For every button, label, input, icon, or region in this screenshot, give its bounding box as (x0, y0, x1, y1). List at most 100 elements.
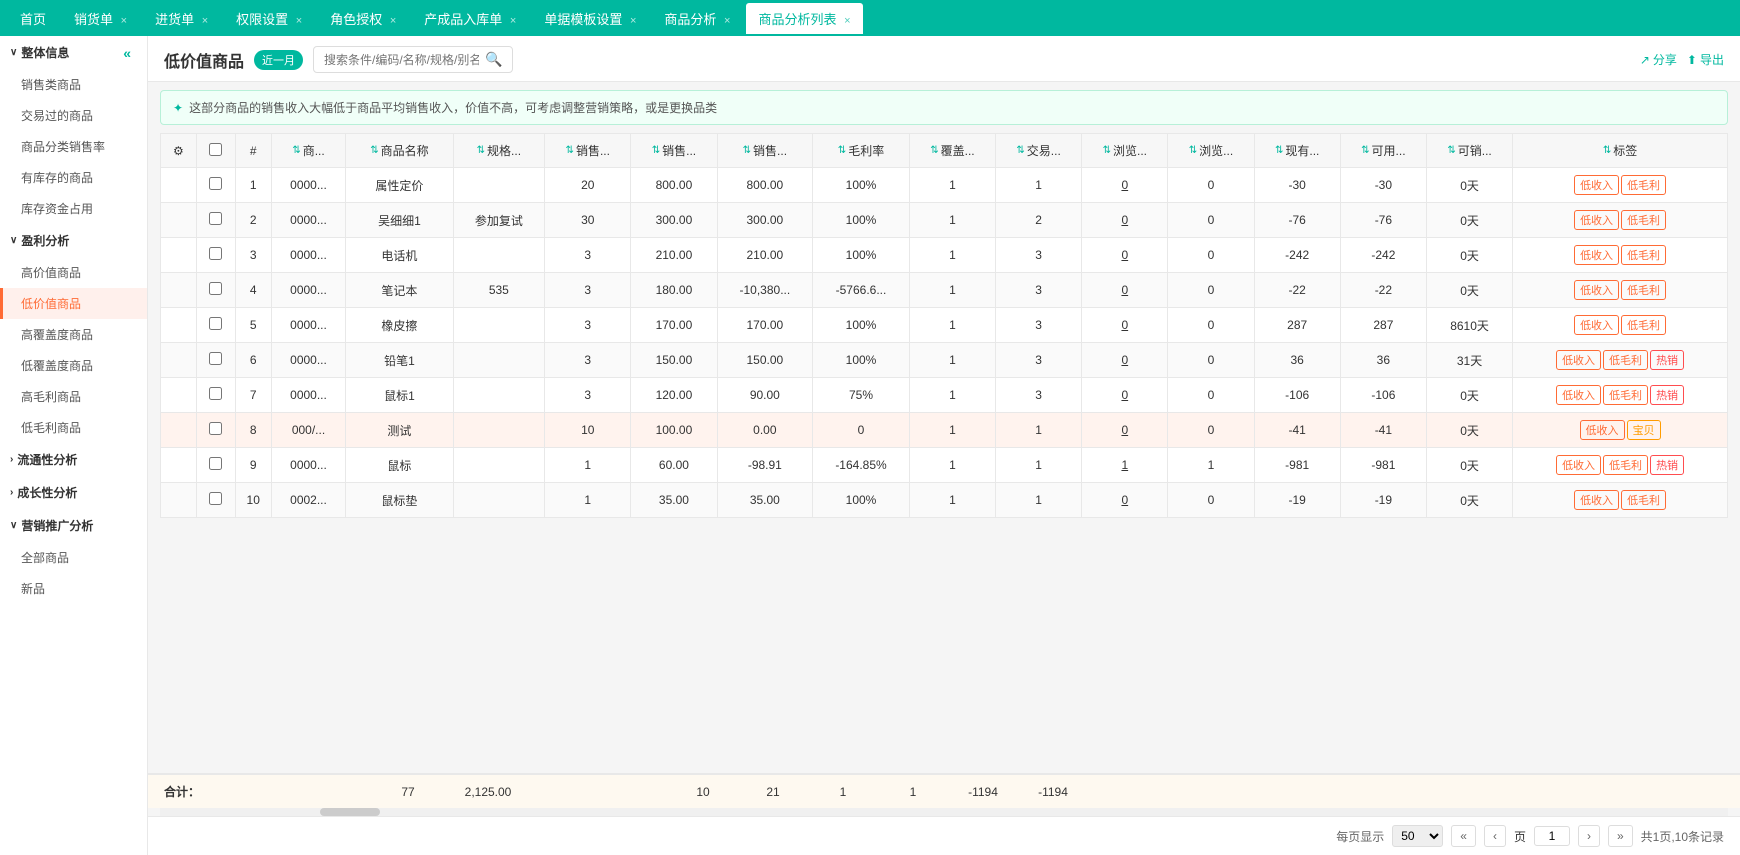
col-view2[interactable]: ⇅浏览... (1168, 134, 1254, 168)
close-icon[interactable]: × (724, 15, 730, 27)
cell-view1[interactable]: 0 (1082, 378, 1168, 413)
col-sales-qty[interactable]: ⇅销售... (545, 134, 631, 168)
cell-checkbox[interactable] (196, 273, 235, 308)
nav-product-analysis[interactable]: 商品分析 × (652, 3, 742, 34)
nav-home[interactable]: 首页 (8, 3, 58, 34)
collapse-button[interactable]: « (123, 45, 131, 61)
row-checkbox[interactable] (209, 352, 222, 365)
col-code[interactable]: ⇅商... (271, 134, 346, 168)
cell-checkbox[interactable] (196, 168, 235, 203)
last-page-button[interactable]: » (1608, 825, 1633, 847)
cell-view1[interactable]: 0 (1082, 308, 1168, 343)
time-tag[interactable]: 近一月 (254, 50, 303, 70)
cell-view1[interactable]: 0 (1082, 343, 1168, 378)
cell-checkbox[interactable] (196, 448, 235, 483)
sidebar-item-all-goods[interactable]: 全部商品 (0, 542, 147, 573)
view-link[interactable]: 0 (1121, 493, 1128, 507)
row-checkbox[interactable] (209, 212, 222, 225)
sidebar-item-low-coverage[interactable]: 低覆盖度商品 (0, 350, 147, 381)
col-available[interactable]: ⇅可用... (1340, 134, 1426, 168)
col-name[interactable]: ⇅商品名称 (346, 134, 453, 168)
view-link[interactable]: 0 (1121, 318, 1128, 332)
prev-page-button[interactable]: ‹ (1484, 825, 1506, 847)
col-trade[interactable]: ⇅交易... (996, 134, 1082, 168)
close-icon[interactable]: × (296, 15, 302, 27)
sidebar-group-overall[interactable]: ∨ 整体信息 « (0, 36, 147, 69)
sidebar-group-growth[interactable]: › 成长性分析 (0, 476, 147, 509)
close-icon[interactable]: × (630, 15, 636, 27)
search-box[interactable]: 🔍 (313, 46, 513, 73)
sidebar-group-profit[interactable]: ∨ 盈利分析 (0, 224, 147, 257)
view-link[interactable]: 0 (1121, 388, 1128, 402)
cell-checkbox[interactable] (196, 308, 235, 343)
close-icon[interactable]: × (510, 15, 516, 27)
col-sellable[interactable]: ⇅可销... (1426, 134, 1512, 168)
nav-product-in[interactable]: 产成品入库单 × (412, 3, 528, 34)
view-link[interactable]: 0 (1121, 283, 1128, 297)
view-link[interactable]: 0 (1121, 423, 1128, 437)
cell-checkbox[interactable] (196, 378, 235, 413)
sidebar-item-low-profit[interactable]: 低毛利商品 (0, 412, 147, 443)
sidebar-item-stock-goods[interactable]: 有库存的商品 (0, 162, 147, 193)
cell-checkbox[interactable] (196, 343, 235, 378)
nav-product-analysis-list[interactable]: 商品分析列表 × (746, 3, 862, 34)
row-checkbox[interactable] (209, 247, 222, 260)
col-stock-now[interactable]: ⇅现有... (1254, 134, 1340, 168)
cell-checkbox[interactable] (196, 413, 235, 448)
row-checkbox[interactable] (209, 317, 222, 330)
sidebar-item-traded-goods[interactable]: 交易过的商品 (0, 100, 147, 131)
select-all-checkbox[interactable] (209, 143, 222, 156)
col-view1[interactable]: ⇅浏览... (1082, 134, 1168, 168)
sidebar-item-stock-funds[interactable]: 库存资金占用 (0, 193, 147, 224)
cell-view1[interactable]: 0 (1082, 238, 1168, 273)
sidebar-item-high-value[interactable]: 高价值商品 (0, 257, 147, 288)
page-number-input[interactable] (1534, 826, 1570, 846)
row-checkbox[interactable] (209, 422, 222, 435)
nav-roles[interactable]: 角色授权 × (318, 3, 408, 34)
row-checkbox[interactable] (209, 177, 222, 190)
view-link[interactable]: 0 (1121, 178, 1128, 192)
cell-view1[interactable]: 0 (1082, 168, 1168, 203)
view-link[interactable]: 0 (1121, 213, 1128, 227)
sidebar-item-low-value[interactable]: 低价值商品 (0, 288, 147, 319)
nav-purchase[interactable]: 进货单 × (143, 3, 220, 34)
col-gross-rate[interactable]: ⇅毛利率 (813, 134, 910, 168)
col-tags[interactable]: ⇅标签 (1513, 134, 1728, 168)
view-link[interactable]: 0 (1121, 353, 1128, 367)
export-button[interactable]: ⬆ 导出 (1687, 51, 1724, 68)
col-coverage[interactable]: ⇅覆盖... (909, 134, 995, 168)
col-checkbox-all[interactable] (196, 134, 235, 168)
page-size-select[interactable]: 50 100 200 (1392, 825, 1443, 847)
close-icon[interactable]: × (390, 15, 396, 27)
col-spec[interactable]: ⇅规格... (453, 134, 545, 168)
close-icon[interactable]: × (844, 15, 850, 27)
close-icon[interactable]: × (202, 15, 208, 27)
search-input[interactable] (324, 53, 479, 67)
close-icon[interactable]: × (121, 15, 127, 27)
scrollbar-thumb[interactable] (320, 808, 380, 816)
cell-checkbox[interactable] (196, 203, 235, 238)
nav-template[interactable]: 单据模板设置 × (532, 3, 648, 34)
sidebar-item-high-coverage[interactable]: 高覆盖度商品 (0, 319, 147, 350)
row-checkbox[interactable] (209, 457, 222, 470)
first-page-button[interactable]: « (1451, 825, 1476, 847)
cell-view1[interactable]: 0 (1082, 273, 1168, 308)
col-sales-price[interactable]: ⇅销售... (631, 134, 717, 168)
cell-view1[interactable]: 1 (1082, 448, 1168, 483)
share-button[interactable]: ↗ 分享 (1640, 51, 1677, 68)
row-checkbox[interactable] (209, 387, 222, 400)
next-page-button[interactable]: › (1578, 825, 1600, 847)
cell-view1[interactable]: 0 (1082, 203, 1168, 238)
cell-view1[interactable]: 0 (1082, 413, 1168, 448)
cell-view1[interactable]: 0 (1082, 483, 1168, 518)
nav-sales[interactable]: 销货单 × (62, 3, 139, 34)
sidebar-item-category-rate[interactable]: 商品分类销售率 (0, 131, 147, 162)
sidebar-group-circulation[interactable]: › 流通性分析 (0, 443, 147, 476)
view-link[interactable]: 1 (1121, 458, 1128, 472)
sidebar-group-marketing[interactable]: ∨ 营销推广分析 (0, 509, 147, 542)
col-gear[interactable]: ⚙ (161, 134, 197, 168)
sidebar-item-sales-goods[interactable]: 销售类商品 (0, 69, 147, 100)
sidebar-item-new-goods[interactable]: 新品 (0, 573, 147, 604)
row-checkbox[interactable] (209, 492, 222, 505)
horizontal-scrollbar[interactable] (160, 808, 1728, 816)
